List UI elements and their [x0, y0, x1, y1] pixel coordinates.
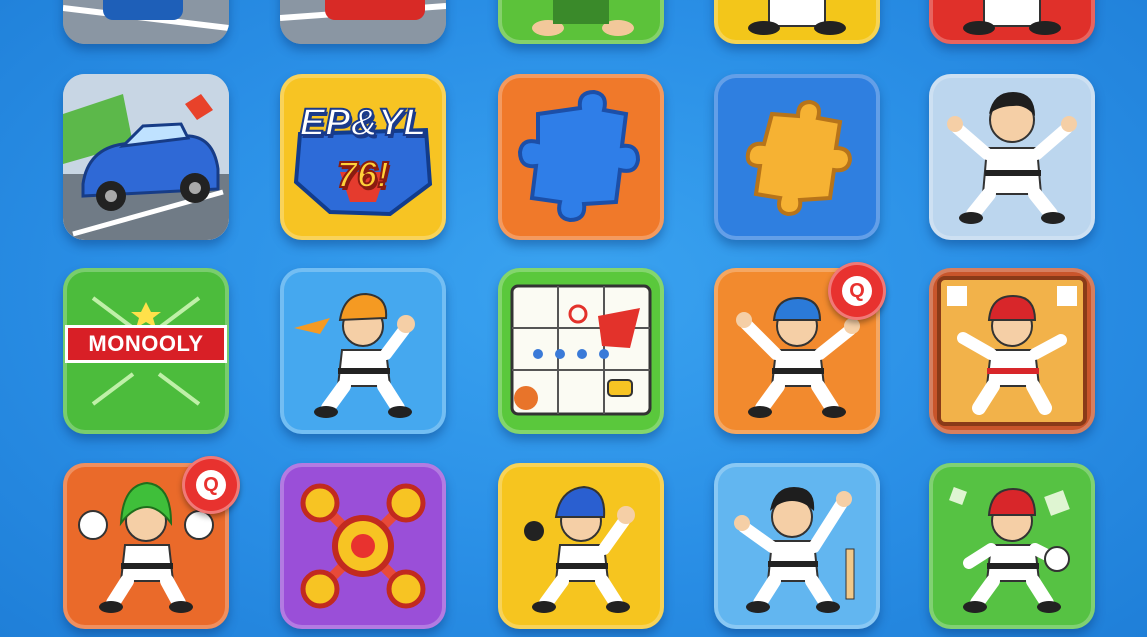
app-icon-karate-top-1[interactable]	[714, 0, 880, 44]
app-icon-puzzle-orange[interactable]	[498, 74, 664, 240]
karate-kid-icon	[748, 0, 846, 35]
puzzle-piece-icon	[745, 99, 853, 217]
puzzle-piece-icon	[517, 89, 641, 223]
racing-car-icon	[63, 0, 229, 44]
cartoon-character-icon	[532, 0, 634, 36]
app-icon-racing-2[interactable]	[280, 0, 446, 44]
app-icon-karate-green[interactable]	[929, 463, 1095, 629]
racing-car-icon	[280, 0, 446, 44]
app-icon-karate-red-hat[interactable]	[929, 268, 1095, 434]
karate-kid-icon	[937, 276, 1087, 426]
karate-kid-icon	[947, 92, 1077, 224]
app-icon-logo-game[interactable]: EP&YL 76!	[280, 74, 446, 240]
app-icon-spinner[interactable]	[280, 463, 446, 629]
app-icon-racing-1[interactable]	[63, 0, 229, 44]
spinner-icon	[300, 483, 426, 609]
notification-badge[interactable]: Q	[182, 456, 240, 514]
blue-car-icon	[63, 74, 229, 240]
app-icon-puzzle-blue[interactable]	[714, 74, 880, 240]
app-icon-karate-top-2[interactable]	[929, 0, 1095, 44]
karate-kid-icon	[949, 487, 1070, 613]
app-icon-karate-yellow[interactable]	[498, 463, 664, 629]
badge-label: Q	[842, 276, 872, 306]
karate-kid-icon	[963, 0, 1061, 35]
app-icon-karate-orange-hat[interactable]	[280, 268, 446, 434]
karate-kid-icon	[524, 485, 635, 613]
board-game-title: MONOOLY	[65, 325, 227, 363]
logo-number: 76!	[336, 153, 390, 196]
notification-badge[interactable]: Q	[828, 262, 886, 320]
app-icon-blue-car[interactable]	[63, 74, 229, 240]
app-icon-grid: EP&YL 76! MONOOLY Q Q	[0, 0, 1147, 637]
karate-kid-icon	[294, 292, 415, 418]
game-board-icon	[510, 284, 652, 416]
karate-kid-icon	[734, 487, 855, 613]
logo-title: EP&YL	[299, 101, 428, 145]
app-icon-karate-light[interactable]	[929, 74, 1095, 240]
badge-label: Q	[196, 470, 226, 500]
app-icon-cartoon[interactable]	[498, 0, 664, 44]
app-icon-karate-sky[interactable]	[714, 463, 880, 629]
app-icon-game-board[interactable]	[498, 268, 664, 434]
app-icon-board-game[interactable]: MONOOLY	[63, 268, 229, 434]
